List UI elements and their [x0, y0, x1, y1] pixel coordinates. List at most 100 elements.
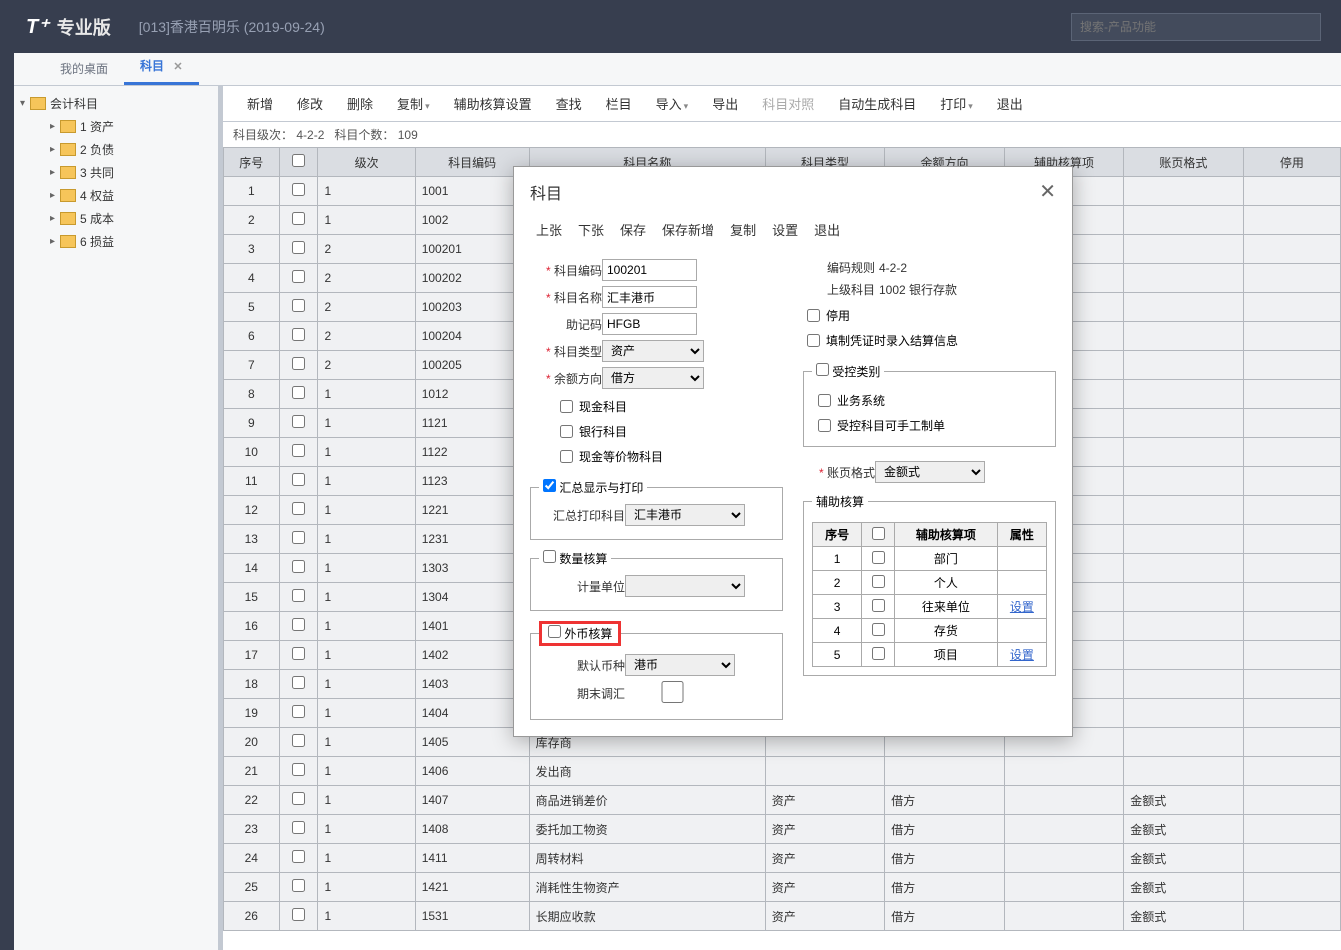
tree-item[interactable]: ▸1 资产 — [34, 115, 218, 138]
row-checkbox[interactable] — [292, 444, 305, 457]
tree-root[interactable]: ▾ 会计科目 — [14, 92, 218, 115]
row-checkbox[interactable] — [292, 299, 305, 312]
tree-item[interactable]: ▸5 成本 — [34, 207, 218, 230]
aux-row-checkbox[interactable] — [872, 551, 885, 564]
currency-select[interactable]: 港币 — [625, 654, 735, 676]
summary-select[interactable]: 汇丰港币 — [625, 504, 745, 526]
dialog-menu-item[interactable]: 复制 — [724, 216, 762, 243]
column-header[interactable]: 级次 — [318, 148, 415, 177]
row-checkbox[interactable] — [292, 850, 305, 863]
name-input[interactable] — [602, 286, 697, 308]
table-row[interactable]: 2111406发出商 — [224, 757, 1341, 786]
controlled-checkbox[interactable] — [816, 363, 829, 376]
table-row[interactable]: 2311408委托加工物资资产借方金额式 — [224, 815, 1341, 844]
aux-row-checkbox[interactable] — [872, 647, 885, 660]
column-header[interactable]: 序号 — [224, 148, 280, 177]
close-icon[interactable]: ✕ — [173, 61, 182, 73]
toolbar-button[interactable]: 打印▾ — [930, 88, 983, 119]
row-checkbox[interactable] — [292, 473, 305, 486]
tree-item[interactable]: ▸2 负债 — [34, 138, 218, 161]
aux-select-all[interactable] — [872, 527, 885, 540]
toolbar-button[interactable]: 新增 — [237, 88, 283, 119]
tab-subject[interactable]: 科目 ✕ — [124, 49, 199, 85]
dialog-menu-item[interactable]: 下张 — [572, 216, 610, 243]
aux-row-checkbox[interactable] — [872, 575, 885, 588]
toolbar-button[interactable]: 自动生成科目 — [828, 88, 926, 119]
row-checkbox[interactable] — [292, 763, 305, 776]
row-checkbox[interactable] — [292, 502, 305, 515]
biz-checkbox[interactable] — [818, 394, 831, 407]
direction-select[interactable]: 借方 — [602, 367, 704, 389]
row-checkbox[interactable] — [292, 328, 305, 341]
search-input[interactable] — [1071, 13, 1321, 41]
row-checkbox[interactable] — [292, 212, 305, 225]
dialog-menu-item[interactable]: 保存 — [614, 216, 652, 243]
code-input[interactable] — [602, 259, 697, 281]
global-search[interactable] — [1071, 13, 1321, 41]
fx-checkbox[interactable] — [548, 625, 561, 638]
manual-checkbox[interactable] — [818, 419, 831, 432]
toolbar-button[interactable]: 导入▾ — [646, 88, 699, 119]
toolbar-button[interactable]: 导出 — [702, 88, 748, 119]
column-header[interactable]: 账页格式 — [1124, 148, 1243, 177]
close-icon[interactable]: ✕ — [1039, 179, 1056, 204]
aux-row[interactable]: 4存货 — [813, 619, 1047, 643]
dialog-menu-item[interactable]: 上张 — [530, 216, 568, 243]
row-checkbox[interactable] — [292, 531, 305, 544]
bank-checkbox[interactable] — [560, 425, 573, 438]
aux-row[interactable]: 2个人 — [813, 571, 1047, 595]
format-select[interactable]: 金额式 — [875, 461, 985, 483]
cashlike-checkbox[interactable] — [560, 450, 573, 463]
column-header[interactable] — [279, 148, 318, 177]
row-checkbox[interactable] — [292, 357, 305, 370]
fx-adjust-checkbox[interactable] — [625, 681, 720, 703]
toolbar-button[interactable]: 复制▾ — [387, 88, 440, 119]
mnemonic-input[interactable] — [602, 313, 697, 335]
row-checkbox[interactable] — [292, 705, 305, 718]
toolbar-button[interactable]: 删除 — [337, 88, 383, 119]
column-header[interactable]: 停用 — [1243, 148, 1340, 177]
table-row[interactable]: 2211407商品进销差价资产借方金额式 — [224, 786, 1341, 815]
tree-item[interactable]: ▸3 共同 — [34, 161, 218, 184]
row-checkbox[interactable] — [292, 676, 305, 689]
aux-row[interactable]: 3往来单位设置 — [813, 595, 1047, 619]
toolbar-button[interactable]: 辅助核算设置 — [444, 88, 542, 119]
row-checkbox[interactable] — [292, 560, 305, 573]
dialog-menu-item[interactable]: 设置 — [766, 216, 804, 243]
select-all-checkbox[interactable] — [292, 154, 305, 167]
unit-select[interactable] — [625, 575, 745, 597]
aux-row[interactable]: 5项目设置 — [813, 643, 1047, 667]
dialog-menu-item[interactable]: 保存新增 — [656, 216, 720, 243]
aux-config-link[interactable]: 设置 — [1010, 600, 1034, 614]
qty-checkbox[interactable] — [543, 550, 556, 563]
type-select[interactable]: 资产 — [602, 340, 704, 362]
table-row[interactable]: 2411411周转材料资产借方金额式 — [224, 844, 1341, 873]
fill-checkbox[interactable] — [807, 334, 820, 347]
row-checkbox[interactable] — [292, 241, 305, 254]
toolbar-button[interactable]: 栏目 — [596, 88, 642, 119]
table-row[interactable]: 2511421消耗性生物资产资产借方金额式 — [224, 873, 1341, 902]
toolbar-button[interactable]: 查找 — [546, 88, 592, 119]
row-checkbox[interactable] — [292, 647, 305, 660]
tree-item[interactable]: ▸6 损益 — [34, 230, 218, 253]
aux-config-link[interactable]: 设置 — [1010, 648, 1034, 662]
tree-item[interactable]: ▸4 权益 — [34, 184, 218, 207]
row-checkbox[interactable] — [292, 386, 305, 399]
table-row[interactable]: 2611531长期应收款资产借方金额式 — [224, 902, 1341, 931]
dialog-menu-item[interactable]: 退出 — [808, 216, 846, 243]
row-checkbox[interactable] — [292, 792, 305, 805]
row-checkbox[interactable] — [292, 908, 305, 921]
aux-row[interactable]: 1部门 — [813, 547, 1047, 571]
row-checkbox[interactable] — [292, 270, 305, 283]
cash-checkbox[interactable] — [560, 400, 573, 413]
aux-row-checkbox[interactable] — [872, 599, 885, 612]
row-checkbox[interactable] — [292, 183, 305, 196]
row-checkbox[interactable] — [292, 734, 305, 747]
summary-checkbox[interactable] — [543, 479, 556, 492]
row-checkbox[interactable] — [292, 618, 305, 631]
tab-desktop[interactable]: 我的桌面 — [44, 52, 124, 85]
toolbar-button[interactable]: 退出 — [987, 88, 1033, 119]
row-checkbox[interactable] — [292, 821, 305, 834]
toolbar-button[interactable]: 修改 — [287, 88, 333, 119]
row-checkbox[interactable] — [292, 879, 305, 892]
